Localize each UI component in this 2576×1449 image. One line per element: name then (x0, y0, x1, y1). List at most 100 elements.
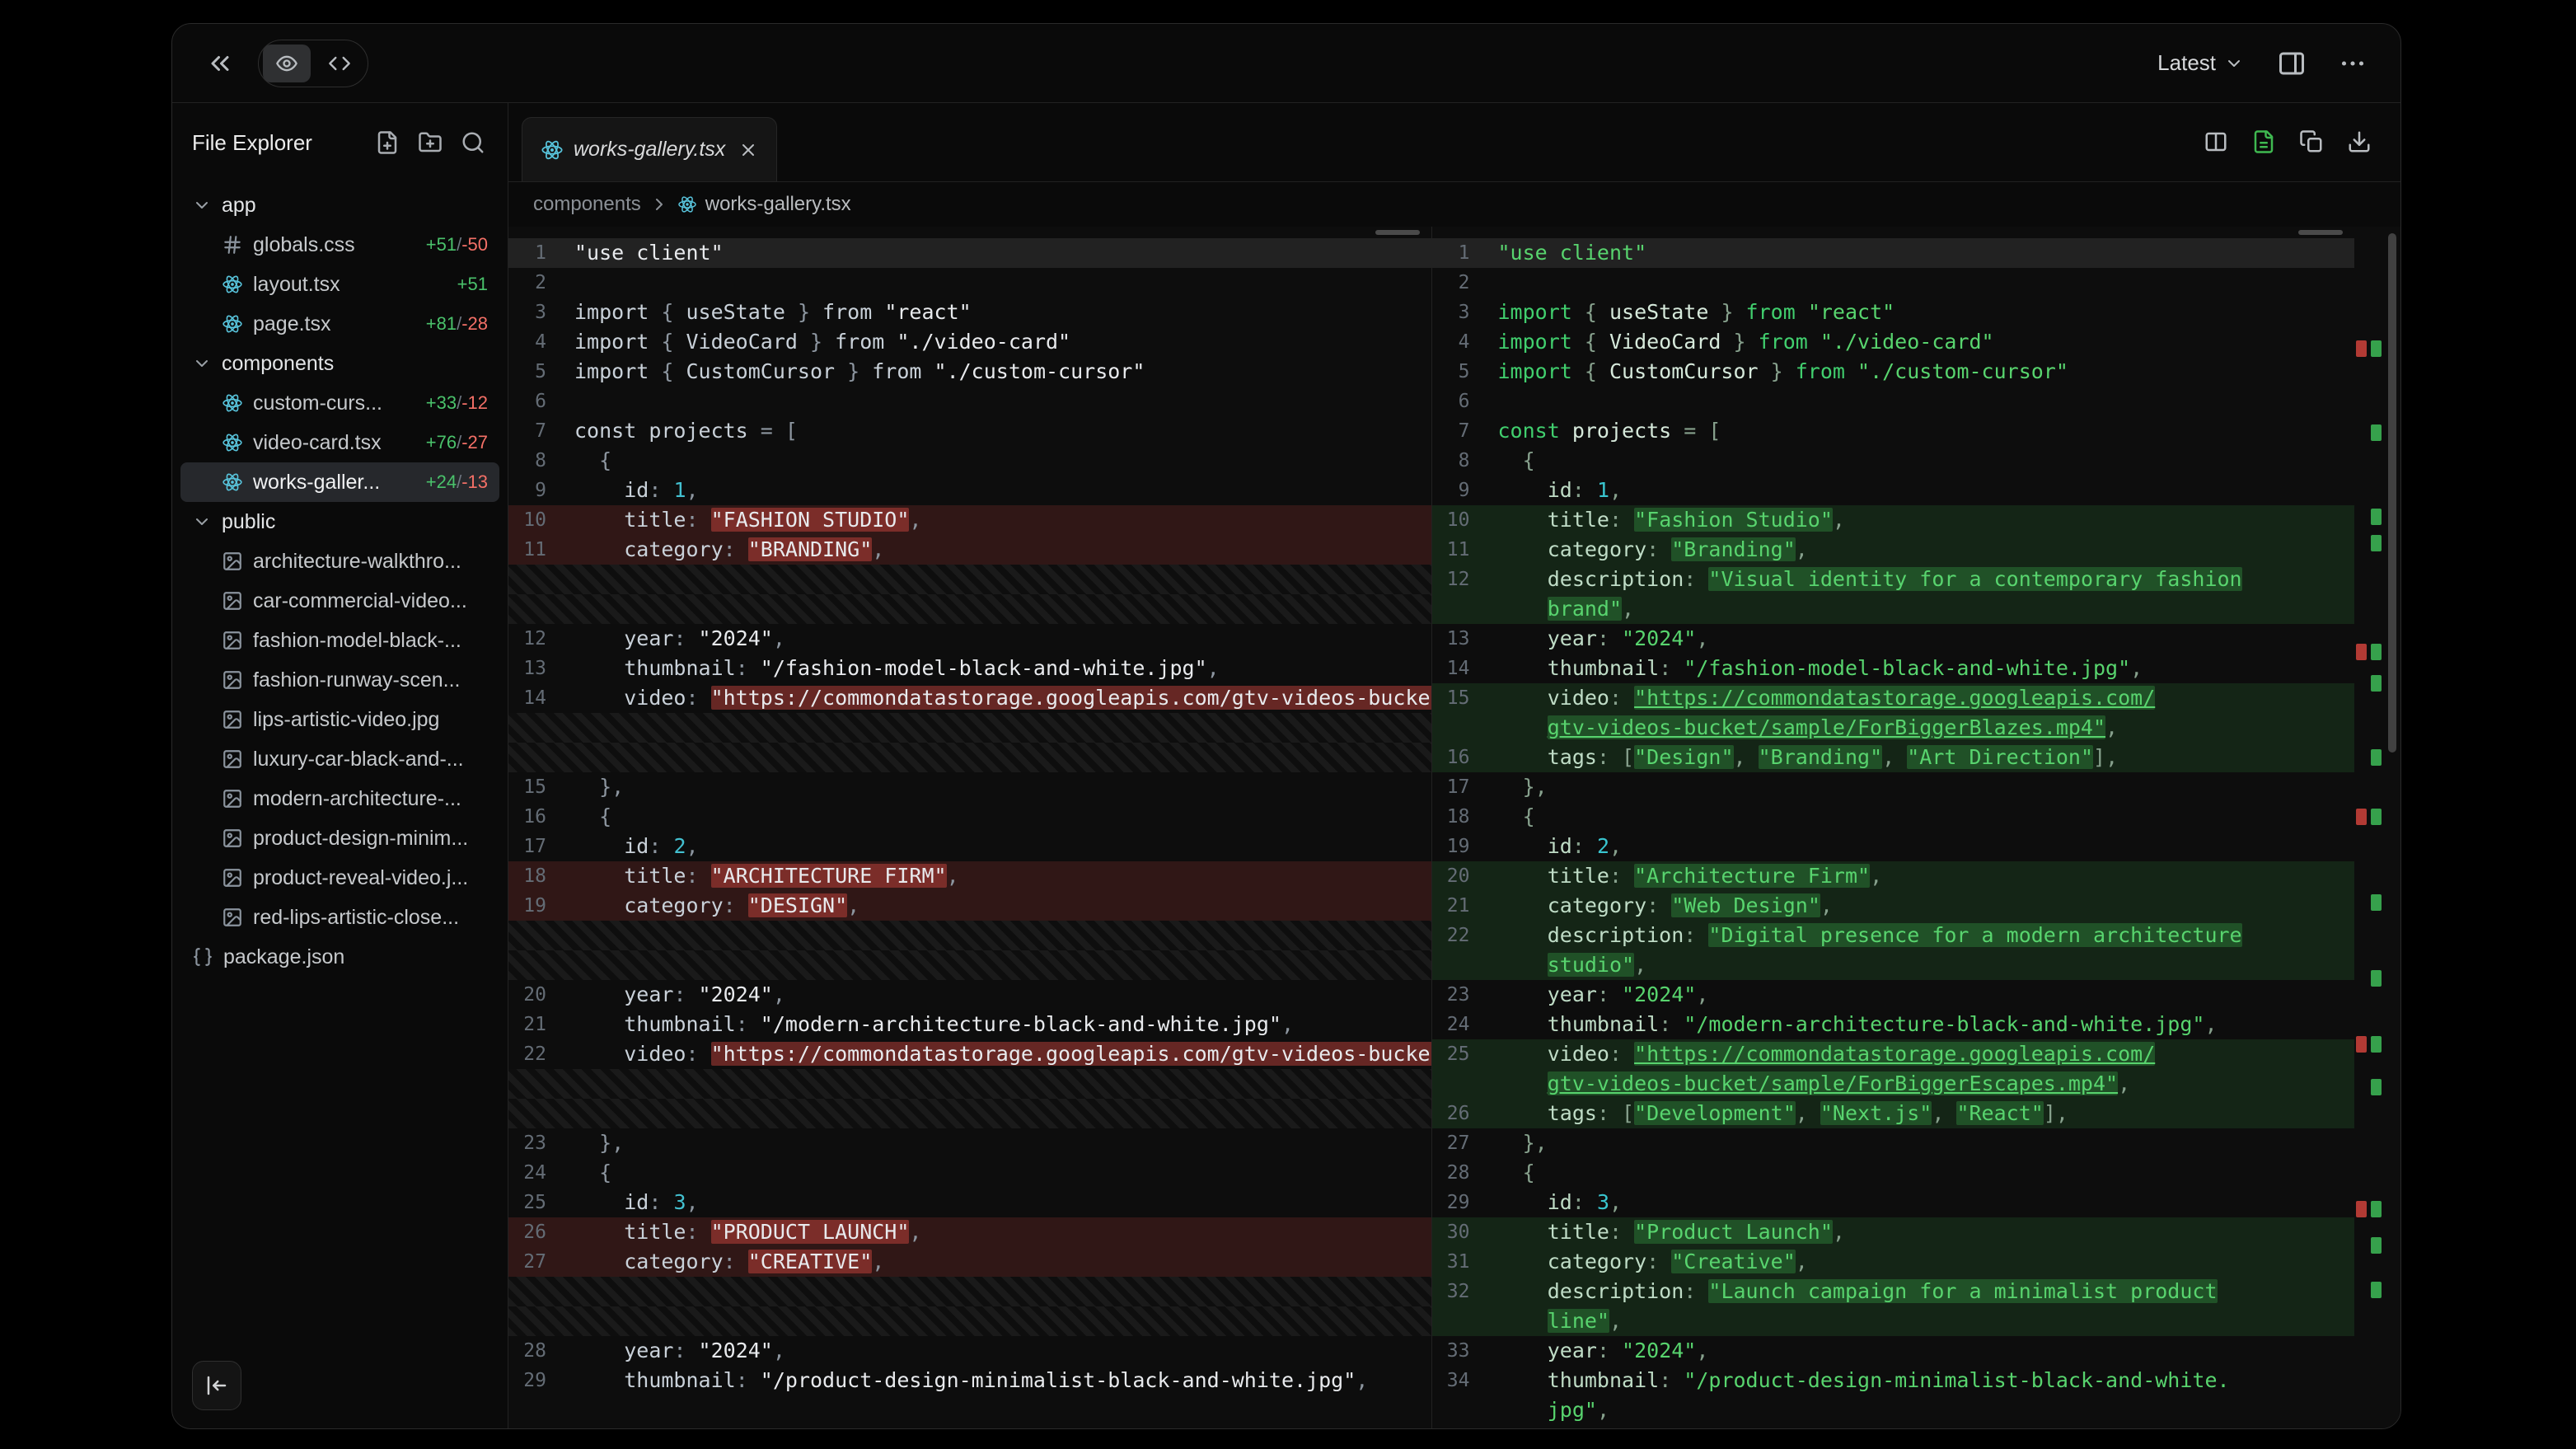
line-number: 9 (508, 476, 563, 505)
code-line-new-wrap: brand", (1432, 594, 2355, 624)
code-line-old-2: 2 (508, 268, 1431, 298)
collapse-left-icon (204, 1373, 229, 1398)
ruler-marker-addition (2371, 424, 2382, 441)
image-icon (222, 828, 243, 849)
line-number: 13 (1432, 624, 1487, 654)
diff-pane-new[interactable]: 1"use client"23import { useState } from … (1431, 227, 2355, 1428)
code-line-old-26: 26 title: "PRODUCT LAUNCH", (508, 1217, 1431, 1247)
react-icon (222, 432, 243, 453)
tree-file-lips-artistic-video-jpg[interactable]: lips-artistic-video.jpg (180, 700, 499, 739)
breadcrumb: components works-gallery.tsx (508, 182, 2400, 227)
view-changes-button[interactable] (2242, 120, 2285, 163)
line-number: 4 (1432, 327, 1487, 357)
code-line-new-22: 22 description: "Digital presence for a … (1432, 921, 2355, 950)
tree-folder-app[interactable]: app (180, 185, 499, 225)
ruler-marker-addition (2371, 894, 2382, 911)
code-line-new-28: 28 { (1432, 1158, 2355, 1188)
chevron-down-icon (192, 354, 212, 373)
code-line-new-10: 10 title: "Fashion Studio", (1432, 505, 2355, 535)
search-files-button[interactable] (453, 123, 493, 162)
code-line-new-31: 31 category: "Creative", (1432, 1247, 2355, 1277)
diff-pane-old[interactable]: 1"use client"23import { useState } from … (508, 227, 1431, 1428)
tree-file-globals-css[interactable]: globals.css+51/-50 (180, 225, 499, 265)
tree-file-layout-tsx[interactable]: layout.tsx+51 (180, 265, 499, 304)
new-folder-button[interactable] (410, 123, 450, 162)
ellipsis-icon (2338, 49, 2368, 78)
collapse-chat-button[interactable] (197, 40, 243, 87)
ruler-marker-addition (2371, 1201, 2382, 1217)
code-line-new-1: 1"use client" (1432, 238, 2355, 268)
image-icon (222, 907, 243, 928)
line-number: 16 (508, 802, 563, 832)
chevron-down-icon (192, 512, 212, 532)
copy-code-button[interactable] (2290, 120, 2333, 163)
line-number: 4 (508, 327, 563, 357)
line-number: 29 (508, 1366, 563, 1395)
line-number: 18 (508, 861, 563, 891)
line-number: 13 (508, 654, 563, 683)
tree-file-modern-architecture[interactable]: modern-architecture-... (180, 779, 499, 818)
tree-file-architecture-walkthro[interactable]: architecture-walkthro... (180, 542, 499, 581)
tab-works-gallery[interactable]: works-gallery.tsx (522, 117, 777, 181)
tree-file-custom-curs[interactable]: custom-curs...+33/-12 (180, 383, 499, 423)
code-line-new-5: 5import { CustomCursor } from "./custom-… (1432, 357, 2355, 387)
code-line-new-29: 29 id: 3, (1432, 1188, 2355, 1217)
tree-file-page-tsx[interactable]: page.tsx+81/-28 (180, 304, 499, 344)
line-number: 20 (508, 980, 563, 1010)
tree-folder-public[interactable]: public (180, 502, 499, 542)
tab-close-button[interactable] (735, 137, 761, 163)
tree-file-video-card-tsx[interactable]: video-card.tsx+76/-27 (180, 423, 499, 462)
chevron-down-icon (2224, 54, 2244, 73)
code-line-old-6: 6 (508, 387, 1431, 416)
tree-file-fashion-runway-scen[interactable]: fashion-runway-scen... (180, 660, 499, 700)
download-button[interactable] (2338, 120, 2381, 163)
collapse-sidebar-button[interactable] (192, 1361, 241, 1410)
new-folder-icon (418, 130, 443, 155)
line-number: 16 (1432, 743, 1487, 772)
tree-file-works-galler[interactable]: works-galler...+24/-13 (180, 462, 499, 502)
tree-file-fashion-model-black[interactable]: fashion-model-black-... (180, 621, 499, 660)
tree-folder-components[interactable]: components (180, 344, 499, 383)
new-file-button[interactable] (368, 123, 407, 162)
tree-file-product-design-minim[interactable]: product-design-minim... (180, 818, 499, 858)
diff-filler-row (508, 1099, 1431, 1128)
line-number: 30 (1432, 1217, 1487, 1247)
code-line-old-15: 15 }, (508, 772, 1431, 802)
scrollbar[interactable] (2384, 227, 2400, 1428)
line-number: 1 (1432, 238, 1487, 268)
diff-stats: +24/-13 (426, 471, 499, 493)
code-line-old-29: 29 thumbnail: "/product-design-minimalis… (508, 1366, 1431, 1395)
tree-file-red-lips-artistic-close[interactable]: red-lips-artistic-close... (180, 898, 499, 937)
tree-file-car-commercial-video[interactable]: car-commercial-video... (180, 581, 499, 621)
code-toggle-button[interactable] (316, 45, 363, 82)
scrollbar-thumb[interactable] (2388, 233, 2396, 753)
version-dropdown[interactable]: Latest (2147, 42, 2254, 84)
code-line-new-19: 19 id: 2, (1432, 832, 2355, 861)
layout-panel-button[interactable] (2269, 40, 2315, 87)
more-options-button[interactable] (2330, 40, 2376, 87)
ruler-marker-deletion (2356, 340, 2367, 357)
chevron-right-icon (649, 195, 669, 214)
diff-view: 1"use client"23import { useState } from … (508, 227, 2400, 1428)
tab-bar: works-gallery.tsx (508, 103, 2400, 182)
code-icon (328, 52, 351, 75)
file-name: layout.tsx (253, 273, 447, 297)
breadcrumb-file[interactable]: works-gallery.tsx (705, 193, 851, 216)
line-number: 21 (508, 1010, 563, 1039)
line-number: 26 (508, 1217, 563, 1247)
line-number: 12 (508, 624, 563, 654)
code-line-old-28: 28 year: "2024", (508, 1336, 1431, 1366)
split-view-button[interactable] (2194, 120, 2237, 163)
line-number: 24 (508, 1158, 563, 1188)
image-icon (222, 867, 243, 889)
code-line-new-30: 30 title: "Product Launch", (1432, 1217, 2355, 1247)
tree-file-package-json[interactable]: package.json (180, 937, 499, 977)
breadcrumb-folder[interactable]: components (533, 193, 641, 216)
line-number: 24 (1432, 1010, 1487, 1039)
tree-file-product-reveal-video-j[interactable]: product-reveal-video.j... (180, 858, 499, 898)
diff-filler-row (508, 594, 1431, 624)
tree-file-luxury-car-black-and[interactable]: luxury-car-black-and-... (180, 739, 499, 779)
code-line-old-21: 21 thumbnail: "/modern-architecture-blac… (508, 1010, 1431, 1039)
line-number: 9 (1432, 476, 1487, 505)
preview-toggle-button[interactable] (263, 45, 311, 82)
